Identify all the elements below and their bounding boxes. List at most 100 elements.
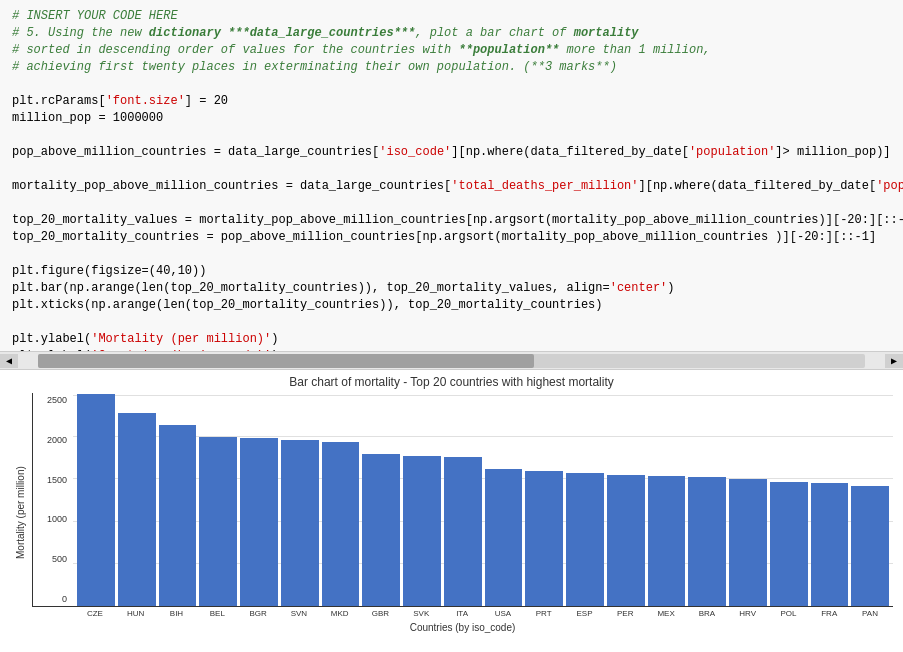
y-tick-2500: 2500 <box>33 395 71 405</box>
x-label-bih: BIH <box>158 609 196 618</box>
bars-area <box>73 393 893 606</box>
bar-group <box>851 393 889 606</box>
bar-group <box>525 393 563 606</box>
x-label-mkd: MKD <box>321 609 359 618</box>
bar-usa <box>485 469 523 606</box>
code-line-2: # 5. Using the new dictionary ***data_la… <box>12 25 891 42</box>
bar-group <box>199 393 237 606</box>
x-label-esp: ESP <box>566 609 604 618</box>
code-line-6: plt.rcParams['font.size'] = 20 <box>12 93 891 110</box>
bar-gbr <box>362 454 400 606</box>
bar-group <box>403 393 441 606</box>
bar-bel <box>199 437 237 606</box>
code-line-19 <box>12 314 891 331</box>
x-axis-label: Countries (by iso_code) <box>32 622 893 633</box>
x-label-bra: BRA <box>688 609 726 618</box>
code-line-1: # INSERT YOUR CODE HERE <box>12 8 891 25</box>
x-label-bel: BEL <box>198 609 236 618</box>
code-line-10 <box>12 161 891 178</box>
code-line-13: top_20_mortality_values = mortality_pop_… <box>12 212 891 229</box>
bar-group <box>77 393 115 606</box>
bar-group <box>770 393 808 606</box>
x-label-bgr: BGR <box>239 609 277 618</box>
scroll-right-arrow[interactable]: ▶ <box>885 354 903 368</box>
x-label-prt: PRT <box>525 609 563 618</box>
scrollbar-track[interactable] <box>38 354 865 368</box>
bar-mkd <box>322 442 360 606</box>
code-line-11: mortality_pop_above_million_countries = … <box>12 178 891 195</box>
code-section: # INSERT YOUR CODE HERE # 5. Using the n… <box>0 0 903 370</box>
bar-bih <box>159 425 197 606</box>
x-label-hrv: HRV <box>729 609 767 618</box>
chart-inner: 2500 2000 1500 1000 500 0 CZEHUNBIHBELB <box>32 393 893 633</box>
scroll-left-arrow[interactable]: ◀ <box>0 354 18 368</box>
bar-group <box>566 393 604 606</box>
y-tick-2000: 2000 <box>33 435 71 445</box>
bar-group <box>240 393 278 606</box>
bar-group <box>118 393 156 606</box>
code-line-17: plt.bar(np.arange(len(top_20_mortality_c… <box>12 280 891 297</box>
bar-hun <box>118 413 156 606</box>
x-label-hun: HUN <box>117 609 155 618</box>
x-label-per: PER <box>606 609 644 618</box>
x-label-fra: FRA <box>810 609 848 618</box>
scrollbar-thumb[interactable] <box>38 354 534 368</box>
code-line-4: # achieving first twenty places in exter… <box>12 59 891 76</box>
chart-plot-area: 2500 2000 1500 1000 500 0 <box>32 393 893 607</box>
bar-group <box>648 393 686 606</box>
x-label-usa: USA <box>484 609 522 618</box>
x-label-mex: MEX <box>647 609 685 618</box>
x-label-svn: SVN <box>280 609 318 618</box>
x-label-pol: POL <box>770 609 808 618</box>
x-labels: CZEHUNBIHBELBGRSVNMKDGBRSVKITAUSAPRTESPP… <box>72 607 893 620</box>
bar-group <box>322 393 360 606</box>
x-label-gbr: GBR <box>362 609 400 618</box>
chart-title: Bar chart of mortality - Top 20 countrie… <box>10 375 893 389</box>
bar-cze <box>77 394 115 606</box>
bar-group <box>485 393 523 606</box>
x-label-ita: ITA <box>443 609 481 618</box>
code-line-3: # sorted in descending order of values f… <box>12 42 891 59</box>
bar-ita <box>444 457 482 606</box>
bar-group <box>444 393 482 606</box>
code-line-15 <box>12 246 891 263</box>
y-tick-1500: 1500 <box>33 475 71 485</box>
bar-svk <box>403 456 441 606</box>
bar-group <box>811 393 849 606</box>
y-tick-1000: 1000 <box>33 514 71 524</box>
bar-group <box>159 393 197 606</box>
horizontal-scrollbar[interactable]: ◀ ▶ <box>0 351 903 369</box>
bar-group <box>607 393 645 606</box>
chart-container: Mortality (per million) 2500 2000 1500 1… <box>10 393 893 633</box>
bar-svn <box>281 440 319 606</box>
bar-per <box>607 475 645 606</box>
bar-pol <box>770 482 808 606</box>
code-line-9: pop_above_million_countries = data_large… <box>12 144 891 161</box>
bar-group <box>281 393 319 606</box>
bar-pan <box>851 486 889 606</box>
code-line-5 <box>12 76 891 93</box>
bar-bra <box>688 477 726 607</box>
bar-group <box>729 393 767 606</box>
x-label-cze: CZE <box>76 609 114 618</box>
y-tick-0: 0 <box>33 594 71 604</box>
y-tick-500: 500 <box>33 554 71 564</box>
bar-group <box>362 393 400 606</box>
bar-mex <box>648 476 686 606</box>
x-label-svk: SVK <box>402 609 440 618</box>
code-line-8 <box>12 127 891 144</box>
code-line-20: plt.ylabel('Mortality (per million)') <box>12 331 891 348</box>
code-line-16: plt.figure(figsize=(40,10)) <box>12 263 891 280</box>
bar-prt <box>525 471 563 606</box>
code-line-12 <box>12 195 891 212</box>
bar-group <box>688 393 726 606</box>
bar-bgr <box>240 438 278 606</box>
code-line-7: million_pop = 1000000 <box>12 110 891 127</box>
x-label-pan: PAN <box>851 609 889 618</box>
chart-section: Bar chart of mortality - Top 20 countrie… <box>0 370 903 652</box>
y-axis-label: Mortality (per million) <box>10 393 30 633</box>
bar-hrv <box>729 479 767 606</box>
bar-esp <box>566 473 604 606</box>
code-line-18: plt.xticks(np.arange(len(top_20_mortalit… <box>12 297 891 314</box>
code-line-14: top_20_mortality_countries = pop_above_m… <box>12 229 891 246</box>
